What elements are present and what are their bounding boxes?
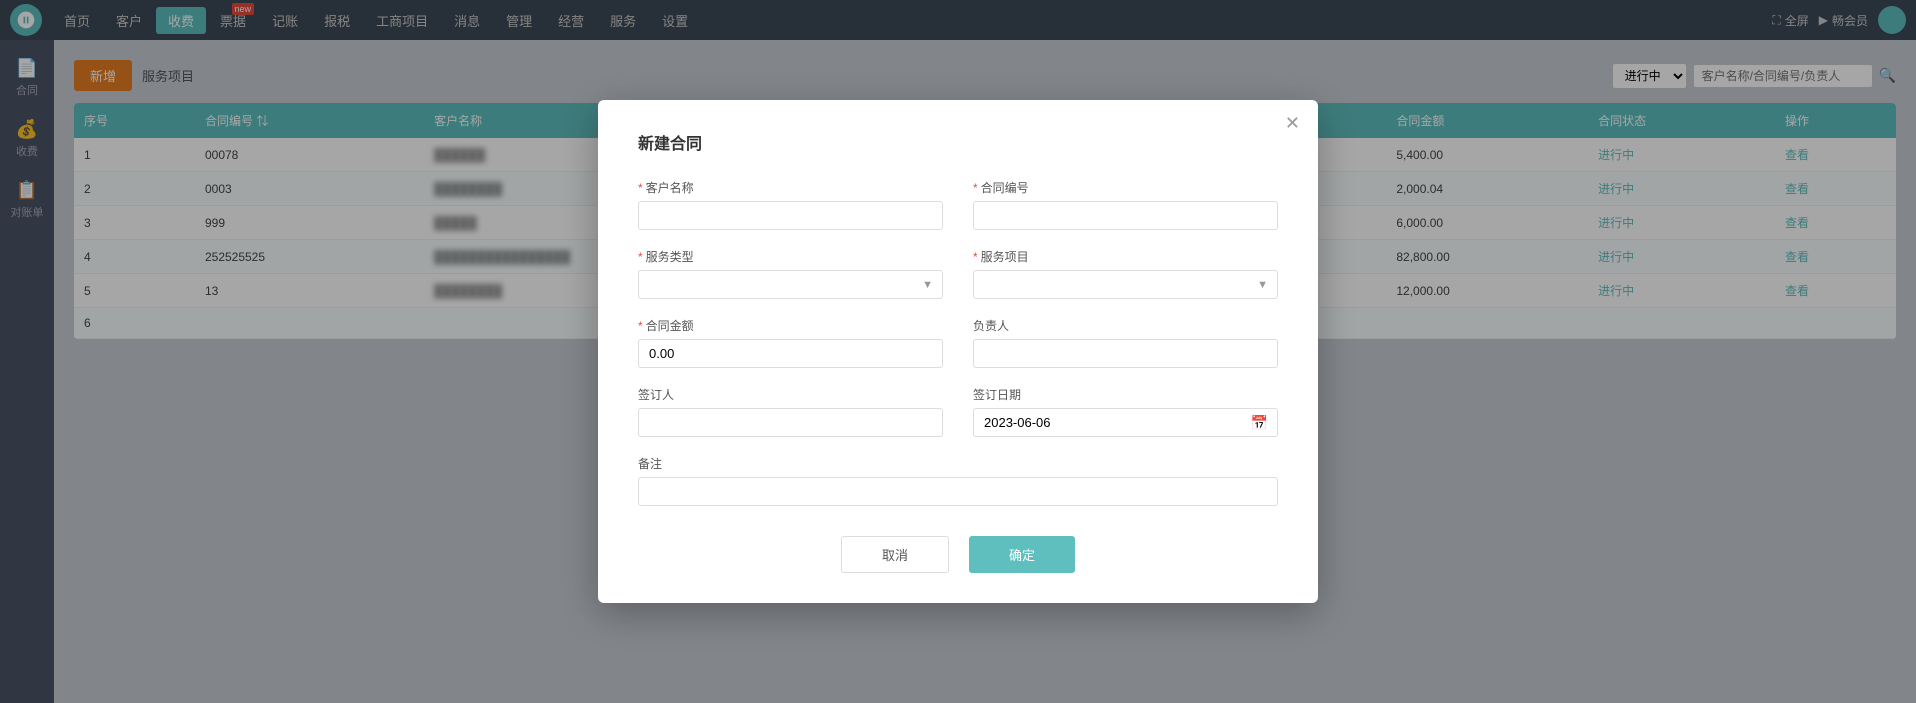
input-sign-date[interactable] xyxy=(973,408,1278,437)
input-customer-name[interactable] xyxy=(638,201,943,230)
modal-close-button[interactable]: ✕ xyxy=(1285,114,1300,132)
label-service-type: * 服务类型 xyxy=(638,248,943,265)
select-service-type[interactable] xyxy=(638,270,943,299)
input-contract-amount[interactable] xyxy=(638,339,943,368)
label-remark: 备注 xyxy=(638,455,1278,472)
cancel-button[interactable]: 取消 xyxy=(841,536,949,573)
field-customer-name: * 客户名称 xyxy=(638,179,943,230)
confirm-button[interactable]: 确定 xyxy=(969,536,1075,573)
label-contract-no: * 合同编号 xyxy=(973,179,1278,196)
label-customer-name: * 客户名称 xyxy=(638,179,943,196)
label-signer: 签订人 xyxy=(638,386,943,403)
modal-title: 新建合同 xyxy=(638,130,1278,154)
input-responsible[interactable] xyxy=(973,339,1278,368)
new-contract-modal: ✕ 新建合同 * 客户名称 * 合同编 xyxy=(598,100,1318,603)
input-contract-no[interactable] xyxy=(973,201,1278,230)
field-remark: 备注 xyxy=(638,455,1278,506)
form-actions: 取消 确定 xyxy=(638,536,1278,573)
field-contract-no: * 合同编号 xyxy=(973,179,1278,230)
label-responsible: 负责人 xyxy=(973,317,1278,334)
field-responsible: 负责人 xyxy=(973,317,1278,368)
label-service-item: * 服务项目 xyxy=(973,248,1278,265)
field-service-type: * 服务类型 ▼ xyxy=(638,248,943,299)
field-contract-amount: * 合同金额 xyxy=(638,317,943,368)
select-service-item[interactable] xyxy=(973,270,1278,299)
field-sign-date: 签订日期 📅 xyxy=(973,386,1278,437)
label-sign-date: 签订日期 xyxy=(973,386,1278,403)
content-area: 新增 服务项目 进行中 已完成 已终止 🔍 序号 合同编号 ⇅ xyxy=(54,40,1916,703)
input-remark[interactable] xyxy=(638,477,1278,506)
input-signer[interactable] xyxy=(638,408,943,437)
label-contract-amount: * 合同金额 xyxy=(638,317,943,334)
field-signer: 签订人 xyxy=(638,386,943,437)
field-service-item: * 服务项目 ▼ xyxy=(973,248,1278,299)
main-layout: 📄 合同 💰 收费 📋 对账单 新增 服务项目 进行中 已完成 已终止 🔍 xyxy=(0,40,1916,703)
form-grid: * 客户名称 * 合同编号 xyxy=(638,179,1278,437)
modal-overlay: ✕ 新建合同 * 客户名称 * 合同编 xyxy=(54,40,1916,703)
